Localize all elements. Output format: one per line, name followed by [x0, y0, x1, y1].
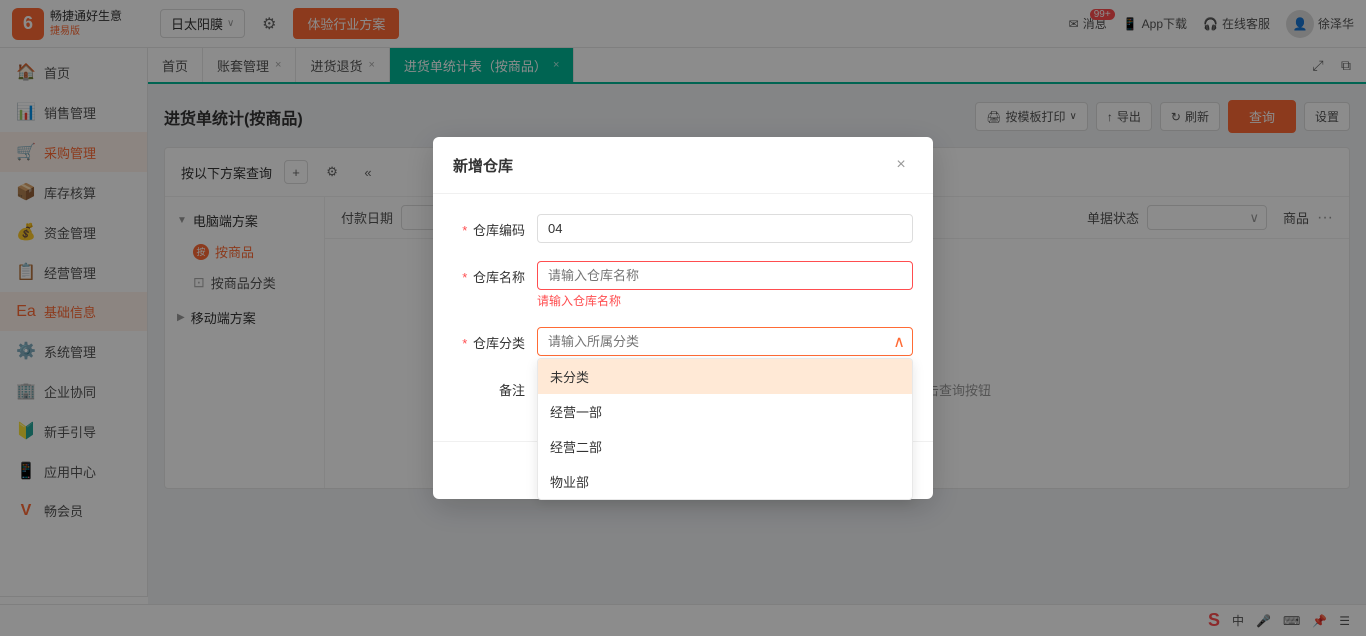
- new-warehouse-dialog: 新增仓库 × * 仓库编码 * 仓库名称: [433, 137, 933, 499]
- dialog-title: 新增仓库: [453, 155, 513, 176]
- dialog-close-button[interactable]: ×: [889, 153, 913, 177]
- form-row-name: * 仓库名称 请输入仓库名称: [453, 261, 913, 309]
- category-arrow-icon[interactable]: ∧: [893, 332, 905, 352]
- code-label: * 仓库编码: [453, 214, 525, 239]
- name-input-wrap: 请输入仓库名称: [537, 261, 913, 309]
- category-dropdown: 未分类 经营一部 经营二部 物业部: [537, 358, 913, 500]
- code-input[interactable]: [537, 214, 913, 243]
- name-error-msg: 请输入仓库名称: [537, 292, 913, 309]
- note-label: 备注: [453, 374, 525, 399]
- dropdown-option-dept2[interactable]: 经营二部: [538, 429, 912, 464]
- dropdown-option-dept1[interactable]: 经营一部: [538, 394, 912, 429]
- name-input[interactable]: [537, 261, 913, 290]
- name-label: * 仓库名称: [453, 261, 525, 286]
- category-input-wrap: ∧ 未分类 经营一部 经营二部 物业部: [537, 327, 913, 356]
- modal-overlay: 新增仓库 × * 仓库编码 * 仓库名称: [0, 0, 1366, 636]
- category-input[interactable]: [537, 327, 913, 356]
- code-input-wrap: [537, 214, 913, 243]
- dropdown-option-property[interactable]: 物业部: [538, 464, 912, 499]
- dropdown-option-uncategorized[interactable]: 未分类: [538, 359, 912, 394]
- dialog-body: * 仓库编码 * 仓库名称 请输入仓库名称: [433, 194, 933, 441]
- form-row-code: * 仓库编码: [453, 214, 913, 243]
- form-row-category: * 仓库分类 ∧ 未分类 经营一部 经营二部 物业部: [453, 327, 913, 356]
- category-label: * 仓库分类: [453, 327, 525, 352]
- dialog-header: 新增仓库 ×: [433, 137, 933, 194]
